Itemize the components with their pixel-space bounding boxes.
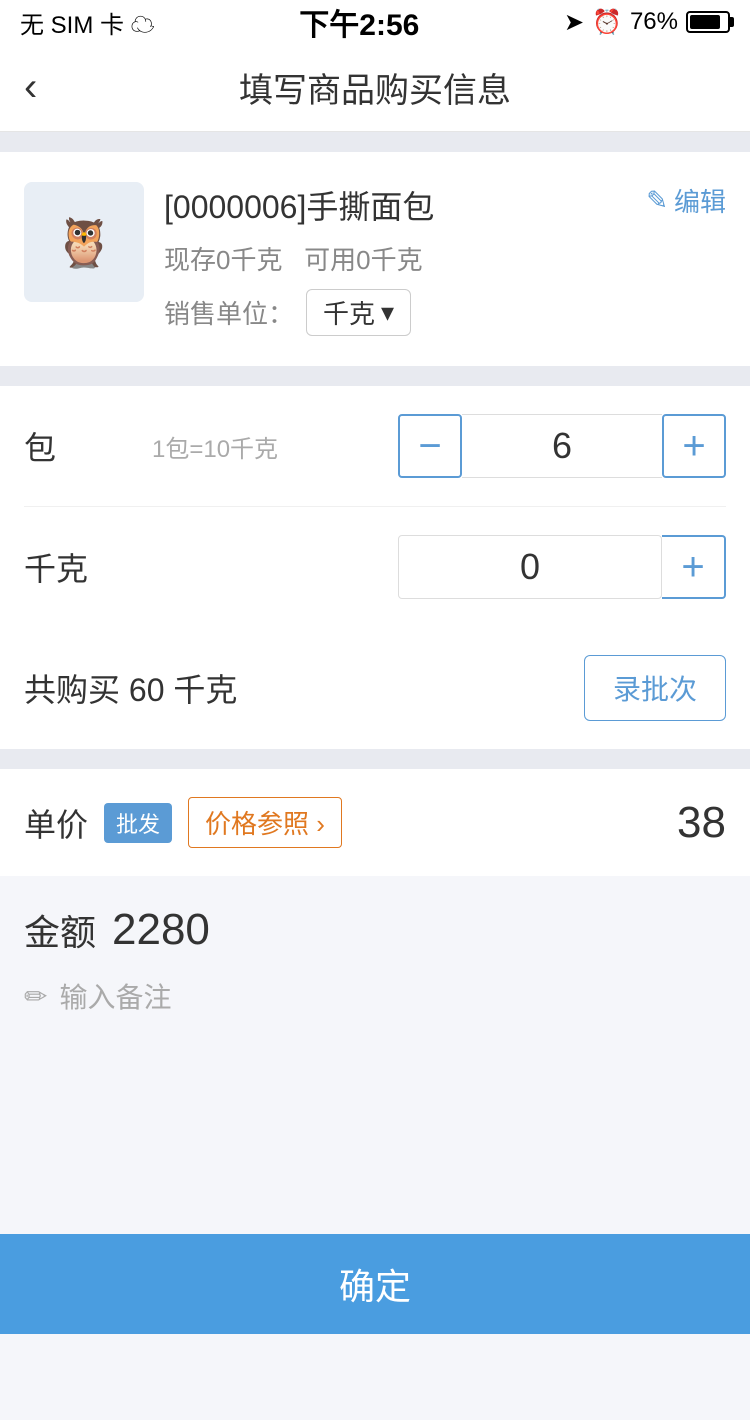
page-title: 填写商品购买信息	[239, 63, 511, 112]
nav-bar: ‹ 填写商品购买信息	[0, 44, 750, 132]
sim-status: 无 SIM 卡 ☁	[20, 5, 155, 40]
back-button[interactable]: ‹	[24, 65, 37, 110]
product-card: 🦉 [0000006]手撕面包 现存0千克 可用0千克 销售单位： 千克 ▾ ✎…	[0, 152, 750, 366]
price-label: 单价	[24, 800, 88, 846]
product-unit-row: 销售单位： 千克 ▾	[164, 289, 726, 336]
price-ref-button[interactable]: 价格参照 ›	[188, 797, 342, 848]
bag-increment-button[interactable]: +	[662, 414, 726, 478]
bag-hint: 1包=10千克	[152, 429, 398, 464]
status-time: 下午2:56	[299, 0, 419, 44]
pencil-icon: ✏	[24, 980, 47, 1013]
product-name: [0000006]手撕面包	[164, 182, 726, 228]
product-logo: 🦉	[54, 214, 114, 271]
separator-3	[0, 749, 750, 769]
price-section: 单价 批发 价格参照 › 38	[0, 769, 750, 876]
bag-label: 包	[24, 423, 144, 469]
remark-row[interactable]: ✏ 输入备注	[24, 976, 726, 1040]
product-stock: 现存0千克 可用0千克	[164, 240, 726, 277]
separator-2	[0, 366, 750, 386]
amount-row: 金额 2280	[24, 904, 726, 956]
kg-label: 千克	[24, 544, 144, 590]
confirm-button[interactable]: 确定	[0, 1234, 750, 1334]
alarm-icon: ⏰	[592, 8, 622, 37]
unit-prefix: 销售单位：	[164, 294, 294, 331]
price-value: 38	[677, 798, 726, 848]
input-section: 包 1包=10千克 − + 千克 +	[0, 386, 750, 627]
separator-1	[0, 132, 750, 152]
batch-button[interactable]: 录批次	[584, 655, 726, 721]
edit-button[interactable]: ✎ 编辑	[646, 182, 726, 219]
kg-increment-button[interactable]: +	[662, 535, 726, 599]
remark-text: 输入备注	[59, 976, 171, 1016]
unit-select[interactable]: 千克 ▾	[306, 289, 411, 336]
bag-decrement-button[interactable]: −	[398, 414, 462, 478]
product-image: 🦉	[24, 182, 144, 302]
bag-quantity-control: − +	[398, 414, 726, 478]
kg-row: 千克 +	[24, 507, 726, 627]
status-left: 无 SIM 卡 ☁	[20, 5, 155, 40]
status-bar: 无 SIM 卡 ☁ 下午2:56 ➤ ⏰ 76%	[0, 0, 750, 44]
price-left: 单价 批发 价格参照 ›	[24, 797, 342, 848]
chevron-down-icon: ▾	[381, 297, 394, 328]
total-text: 共购买 60 千克	[24, 665, 237, 711]
battery-icon	[686, 11, 730, 33]
edit-icon: ✎	[646, 185, 668, 216]
bag-quantity-input[interactable]	[462, 414, 662, 478]
amount-value: 2280	[112, 905, 210, 955]
price-tag-badge: 批发	[104, 803, 172, 843]
kg-quantity-input[interactable]	[398, 535, 662, 599]
product-info: [0000006]手撕面包 现存0千克 可用0千克 销售单位： 千克 ▾	[164, 182, 726, 336]
location-icon: ➤	[564, 8, 584, 37]
kg-quantity-control: +	[398, 535, 726, 599]
battery-percent: 76%	[630, 8, 678, 36]
bag-row: 包 1包=10千克 − +	[24, 386, 726, 507]
main-content	[0, 1040, 750, 1420]
amount-label: 金额	[24, 904, 96, 956]
status-right: ➤ ⏰ 76%	[564, 8, 730, 37]
total-row: 共购买 60 千克 录批次	[0, 627, 750, 749]
amount-section: 金额 2280 ✏ 输入备注	[0, 876, 750, 1040]
